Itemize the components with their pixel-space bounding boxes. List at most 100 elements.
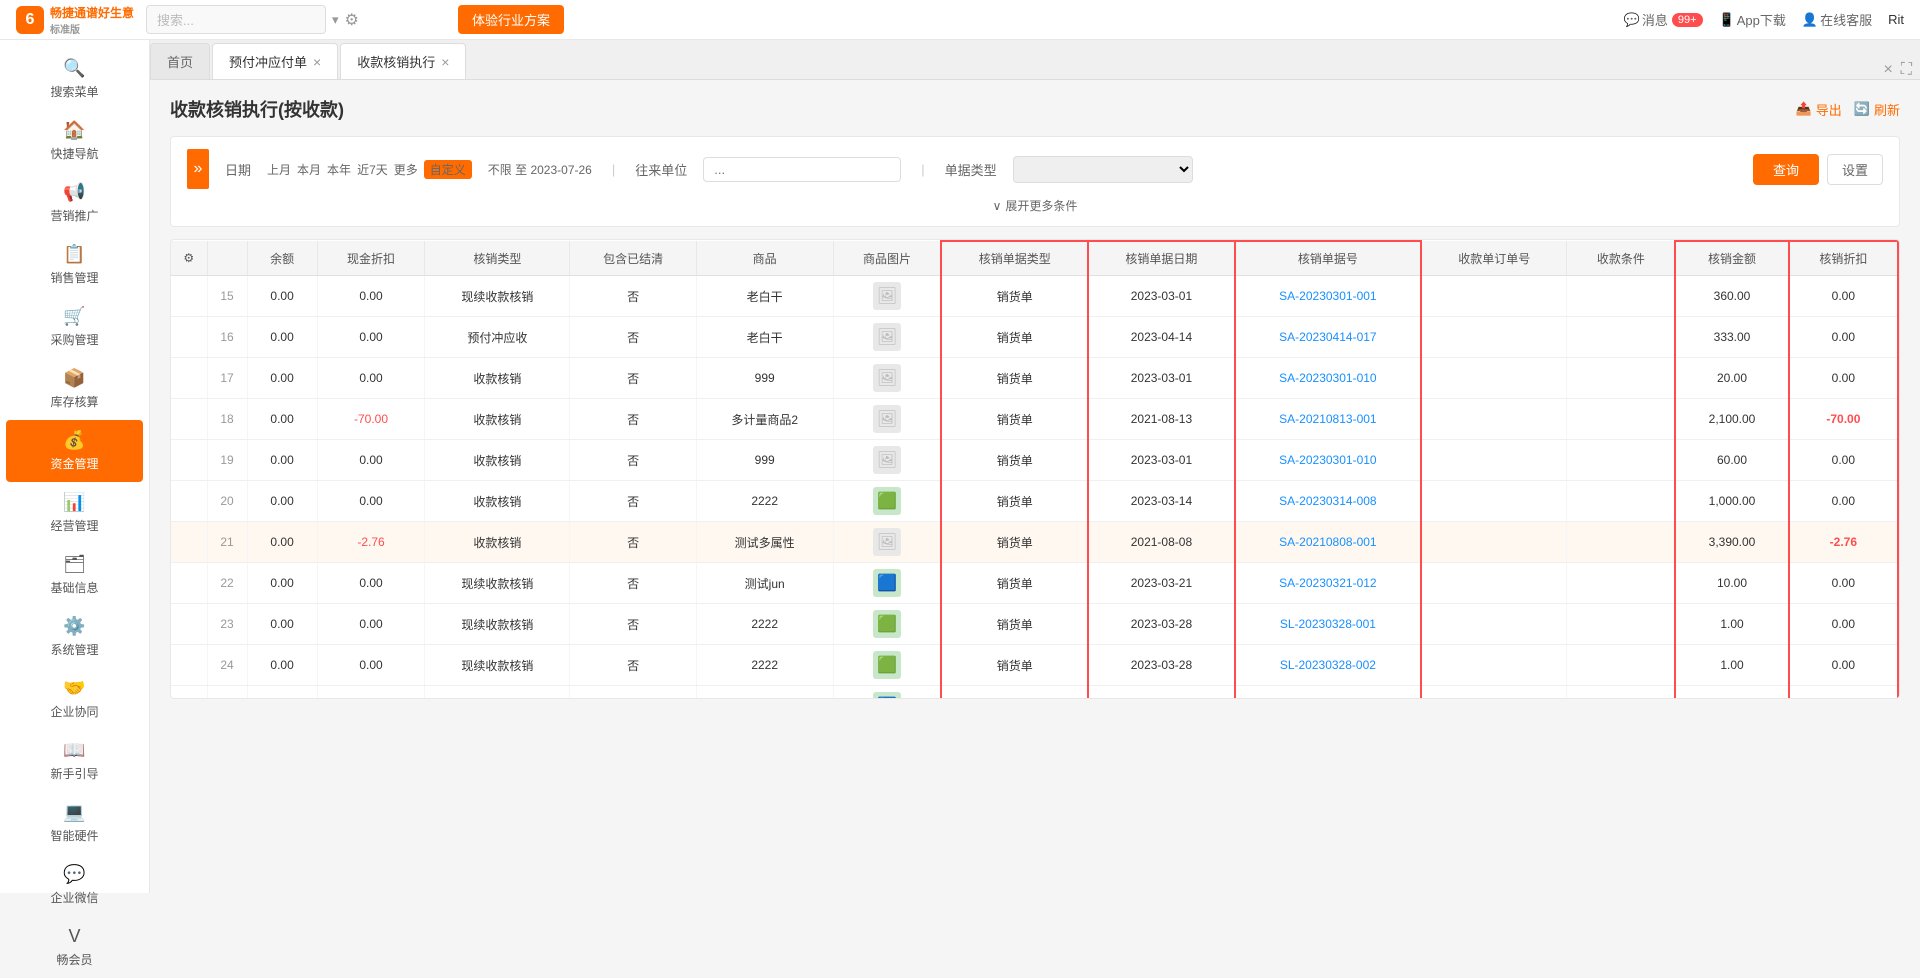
query-button[interactable]: 查询 [1753, 154, 1819, 185]
sidebar-item-cooperation[interactable]: 🤝 企业协同 [0, 668, 149, 730]
sidebar-item-operation[interactable]: 📊 经营管理 [0, 482, 149, 544]
row-offset-amount: 20.00 [1675, 358, 1788, 399]
online-service-link[interactable]: 👤 在线客服 [1802, 10, 1872, 29]
row-offset-bill-no[interactable]: SA-20230301-001 [1235, 276, 1421, 317]
voucher-type-select[interactable] [1013, 156, 1193, 183]
row-offset-bill-no[interactable]: SA-20230301-010 [1235, 358, 1421, 399]
row-checkbox[interactable] [171, 645, 207, 686]
filter-collapse-button[interactable]: » [187, 149, 209, 189]
sidebar-item-search[interactable]: 🔍 搜索菜单 [0, 48, 149, 110]
row-offset-type: 收款核销 [425, 399, 570, 440]
tab-prepay[interactable]: 预付冲应付单 × [212, 43, 338, 79]
row-offset-bill-date: 2023-04-14 [1088, 317, 1235, 358]
row-offset-bill-no[interactable]: SL-20230328-001 [1235, 604, 1421, 645]
user-name[interactable]: Rit [1888, 12, 1904, 27]
tab-prepay-close[interactable]: × [313, 54, 321, 70]
date-custom[interactable]: 自定义 [424, 160, 472, 179]
row-offset-bill-no[interactable]: SA-20230314-008 [1235, 481, 1421, 522]
row-goods: 老白干 [696, 276, 833, 317]
row-balance: 0.00 [247, 604, 317, 645]
tab-receipt-offset[interactable]: 收款核销执行 × [340, 43, 466, 79]
row-cash-discount: 0.00 [317, 686, 425, 700]
sidebar-item-inventory[interactable]: 📦 库存核算 [0, 358, 149, 420]
expand-more-button[interactable]: ∨ 展开更多条件 [993, 197, 1078, 214]
row-checkbox[interactable] [171, 481, 207, 522]
date-7days[interactable]: 近7天 [357, 161, 388, 178]
row-checkbox[interactable] [171, 604, 207, 645]
date-current-month[interactable]: 本月 [297, 161, 321, 178]
tab-home[interactable]: 首页 [150, 43, 210, 79]
row-receipt-condition [1567, 358, 1675, 399]
industry-solution-button[interactable]: 体验行业方案 [458, 5, 564, 34]
row-offset-bill-date: 2023-03-01 [1088, 276, 1235, 317]
partner-input[interactable] [703, 157, 901, 182]
message-area[interactable]: 💬 消息 99+ [1624, 10, 1703, 29]
row-offset-bill-no[interactable]: SA-20230321-012 [1235, 563, 1421, 604]
row-receipt-order-no [1421, 358, 1567, 399]
setting-button[interactable]: 设置 [1827, 154, 1883, 185]
sidebar-item-hardware[interactable]: 💻 智能硬件 [0, 792, 149, 854]
row-offset-bill-type: 销货单 [941, 317, 1088, 358]
sidebar-item-finance[interactable]: 💰 资金管理 [6, 420, 143, 482]
row-seq: 16 [207, 317, 247, 358]
hardware-icon: 💻 [63, 802, 85, 823]
dropdown-icon[interactable]: ▾ [332, 12, 339, 28]
row-balance: 0.00 [247, 276, 317, 317]
tab-expand-icon[interactable]: ⛶ [1901, 61, 1912, 79]
date-prev-month[interactable]: 上月 [267, 161, 291, 178]
row-checkbox[interactable] [171, 563, 207, 604]
col-gear[interactable]: ⚙ [171, 241, 207, 276]
row-offset-type: 现续收款核销 [425, 686, 570, 700]
export-button[interactable]: 📤 导出 [1796, 100, 1842, 119]
row-offset-bill-no[interactable]: SA-20210813-001 [1235, 399, 1421, 440]
sidebar-item-guide[interactable]: 📖 新手引导 [0, 730, 149, 792]
settings-icon[interactable]: ⚙ [345, 10, 359, 30]
row-offset-bill-no[interactable]: SA-20230331-026 [1235, 686, 1421, 700]
row-seq: 24 [207, 645, 247, 686]
sidebar-item-quick-nav[interactable]: 🏠 快捷导航 [0, 110, 149, 172]
row-offset-bill-no[interactable]: SA-20230301-010 [1235, 440, 1421, 481]
row-checkbox[interactable] [171, 440, 207, 481]
tab-receipt-offset-close[interactable]: × [441, 54, 449, 70]
sidebar-label-operation: 经营管理 [50, 517, 98, 534]
search-area[interactable]: 搜索... [146, 5, 326, 34]
row-offset-discount: 0.00 [1789, 563, 1898, 604]
row-checkbox[interactable] [171, 276, 207, 317]
sidebar-item-sales[interactable]: 📋 销售管理 [0, 234, 149, 296]
row-goods: 测试jun [696, 563, 833, 604]
row-offset-bill-no[interactable]: SA-20210808-001 [1235, 522, 1421, 563]
row-checkbox[interactable] [171, 522, 207, 563]
sidebar-item-system[interactable]: ⚙️ 系统管理 [0, 606, 149, 668]
sidebar-item-marketing[interactable]: 📢 营销推广 [0, 172, 149, 234]
row-checkbox[interactable] [171, 399, 207, 440]
row-balance: 0.00 [247, 645, 317, 686]
sidebar-item-basic[interactable]: 🗂 基础信息 [0, 544, 149, 606]
date-more[interactable]: 更多 [394, 161, 418, 178]
logo-icon: 6 [16, 6, 44, 34]
col-balance: 余额 [247, 241, 317, 276]
basic-icon: 🗂 [63, 554, 86, 575]
row-checkbox[interactable] [171, 358, 207, 399]
sales-icon: 📋 [63, 244, 85, 265]
row-receipt-condition [1567, 440, 1675, 481]
sidebar-item-member[interactable]: V 畅会员 [0, 916, 149, 978]
sidebar-label-member: 畅会员 [56, 951, 92, 968]
row-checkbox[interactable] [171, 686, 207, 700]
col-included-closed: 包含已结清 [570, 241, 696, 276]
tab-close-all-icon[interactable]: × [1883, 61, 1892, 79]
row-goods: 2222 [696, 604, 833, 645]
date-current-year[interactable]: 本年 [327, 161, 351, 178]
sidebar-label-marketing: 营销推广 [50, 207, 98, 224]
row-offset-bill-no[interactable]: SA-20230414-017 [1235, 317, 1421, 358]
sidebar-item-purchase[interactable]: 🛒 采购管理 [0, 296, 149, 358]
app-download-link[interactable]: 📱 App下载 [1719, 10, 1786, 29]
refresh-button[interactable]: 🔄 刷新 [1854, 100, 1900, 119]
row-goods: 2222 [696, 645, 833, 686]
row-checkbox[interactable] [171, 317, 207, 358]
row-offset-amount: 333.00 [1675, 317, 1788, 358]
col-offset-bill-no: 核销单据号 [1235, 241, 1421, 276]
sidebar-item-wechat[interactable]: 💬 企业微信 [0, 854, 149, 916]
row-receipt-order-no [1421, 686, 1567, 700]
row-offset-bill-no[interactable]: SL-20230328-002 [1235, 645, 1421, 686]
row-receipt-condition [1567, 481, 1675, 522]
